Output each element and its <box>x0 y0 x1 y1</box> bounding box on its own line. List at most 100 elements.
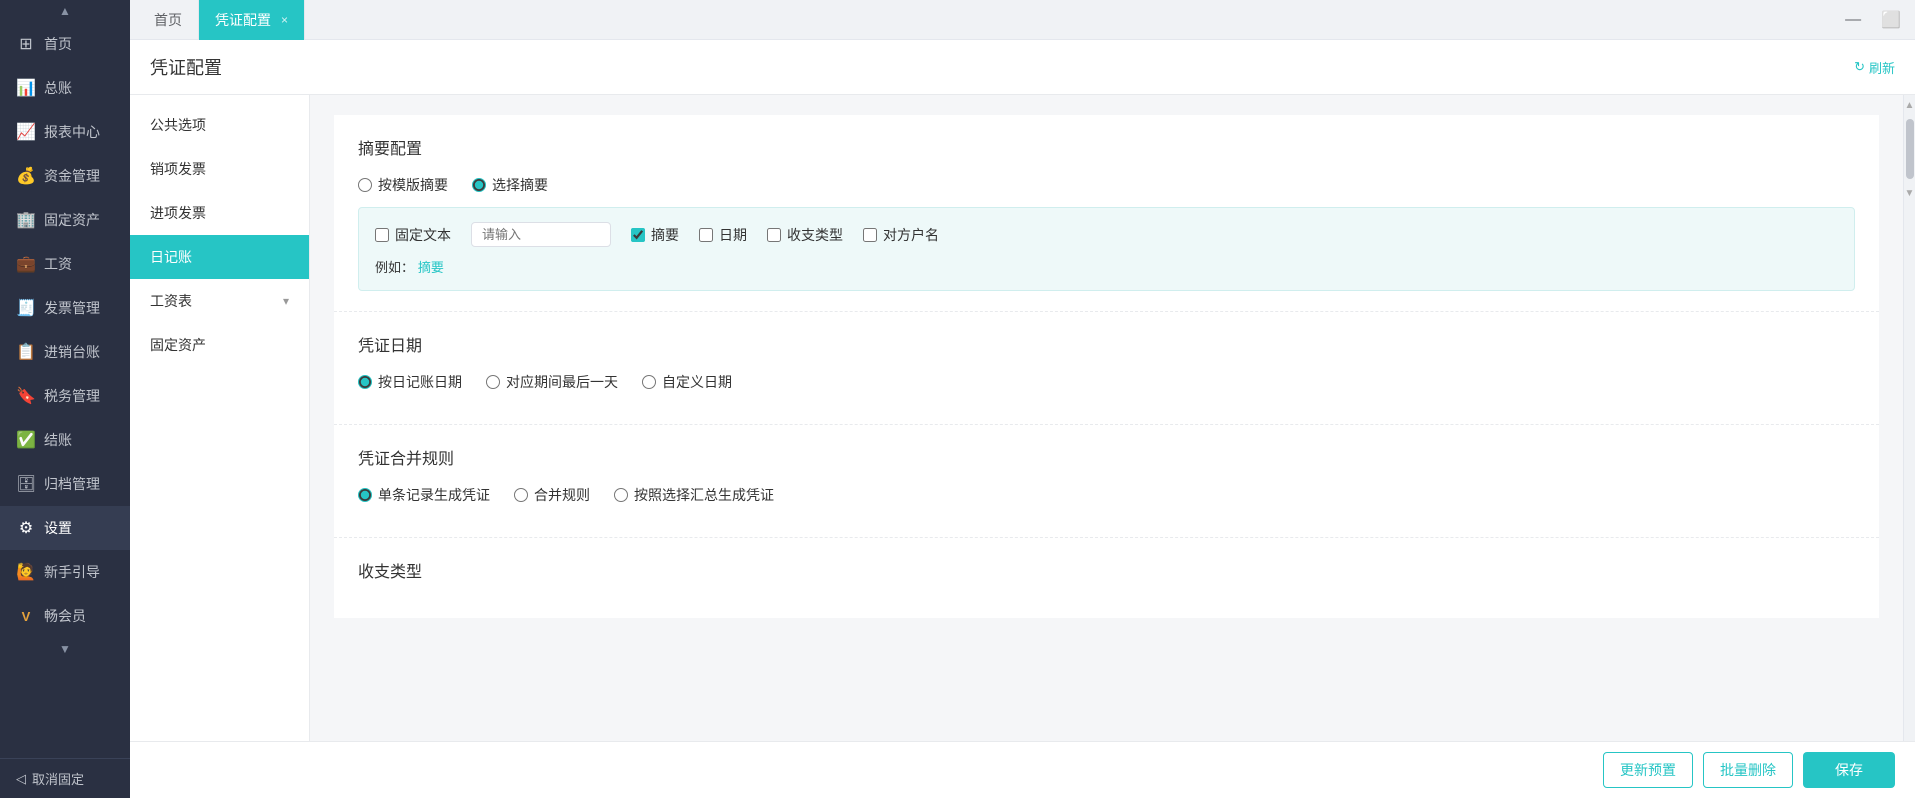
invoice-icon: 🧾 <box>16 298 36 318</box>
left-nav-item-journal[interactable]: 日记账 <box>130 235 309 279</box>
sidebar-item-archive[interactable]: 🗄 归档管理 <box>0 462 130 506</box>
sidebar: ▲ ⊞ 首页 📊 总账 📈 报表中心 💰 资金管理 🏢 固定资产 💼 工资 🧾 … <box>0 0 130 798</box>
assets-icon: 🏢 <box>16 210 36 230</box>
voucher-date-title: 凭证日期 <box>358 332 1855 356</box>
payroll-icon: 💼 <box>16 254 36 274</box>
summary-options-box: 固定文本 摘要 日期 <box>358 207 1855 291</box>
checkbox-summary-input[interactable] <box>631 228 645 242</box>
capital-icon: 💰 <box>16 166 36 186</box>
summary-config-title: 摘要配置 <box>358 135 1855 159</box>
sidebar-item-ledger[interactable]: 📊 总账 <box>0 66 130 110</box>
merge-rule-radio-group: 单条记录生成凭证 合并规则 按照选择汇总生成凭证 <box>358 485 1855 505</box>
page-content: 凭证配置 ↻ 刷新 公共选项 销项发票 进项发票 日记账 <box>130 40 1915 798</box>
radio-custom-date[interactable]: 自定义日期 <box>642 372 732 392</box>
section-merge-rule: 凭证合并规则 单条记录生成凭证 合并规则 <box>334 425 1879 538</box>
settle-icon: ✅ <box>16 430 36 450</box>
radio-single-record[interactable]: 单条记录生成凭证 <box>358 485 490 505</box>
checkbox-date-input[interactable] <box>699 228 713 242</box>
bottom-bar: 更新预置 批量删除 保存 <box>130 741 1915 798</box>
left-nav-item-sales[interactable]: 销项发票 <box>130 147 309 191</box>
save-button[interactable]: 保存 <box>1803 752 1895 788</box>
checkbox-fixed-text[interactable]: 固定文本 <box>375 225 451 245</box>
tab-close-icon[interactable]: × <box>281 13 288 27</box>
checkbox-counter-name[interactable]: 对方户名 <box>863 225 939 245</box>
update-preset-button[interactable]: 更新预置 <box>1603 752 1693 788</box>
sidebar-item-flow[interactable]: 📋 进销台账 <box>0 330 130 374</box>
flow-icon: 📋 <box>16 342 36 362</box>
radio-select-input[interactable] <box>472 178 486 192</box>
refresh-button[interactable]: ↻ 刷新 <box>1854 58 1895 77</box>
left-nav-item-payroll-sheet[interactable]: 工资表 ▾ <box>130 279 309 323</box>
radio-custom-date-input[interactable] <box>642 375 656 389</box>
tax-icon: 🔖 <box>16 386 36 406</box>
summary-radio-group: 按模版摘要 选择摘要 <box>358 175 1855 195</box>
unpin-icon: ◁ <box>16 771 26 787</box>
sidebar-item-assets[interactable]: 🏢 固定资产 <box>0 198 130 242</box>
edge-scrollbar: ▲ ▼ <box>1903 95 1915 741</box>
radio-journal-date[interactable]: 按日记账日期 <box>358 372 462 392</box>
sidebar-item-settle[interactable]: ✅ 结账 <box>0 418 130 462</box>
sidebar-item-settings[interactable]: ⚙ 设置 <box>0 506 130 550</box>
edge-scroll-thumb[interactable] <box>1906 119 1914 179</box>
page-header: 凭证配置 ↻ 刷新 <box>130 40 1915 95</box>
sidebar-scroll-down[interactable]: ▼ <box>0 638 130 660</box>
radio-template-summary[interactable]: 按模版摘要 <box>358 175 448 195</box>
checkbox-date[interactable]: 日期 <box>699 225 747 245</box>
edge-scroll-up[interactable]: ▲ <box>1904 95 1915 115</box>
ledger-icon: 📊 <box>16 78 36 98</box>
sidebar-item-payroll[interactable]: 💼 工资 <box>0 242 130 286</box>
refresh-icon: ↻ <box>1854 59 1865 75</box>
unpin-button[interactable]: ◁ 取消固定 <box>0 758 130 798</box>
radio-template-input[interactable] <box>358 178 372 192</box>
checkbox-fixed-text-input[interactable] <box>375 228 389 242</box>
left-nav: 公共选项 销项发票 进项发票 日记账 工资表 ▾ 固定资产 <box>130 95 310 741</box>
radio-select-summary[interactable]: 选择摘要 <box>472 175 548 195</box>
radio-select-total[interactable]: 按照选择汇总生成凭证 <box>614 485 774 505</box>
tab-restore-button[interactable]: ⬜ <box>1875 8 1907 32</box>
sidebar-item-tax[interactable]: 🔖 税务管理 <box>0 374 130 418</box>
radio-merge[interactable]: 合并规则 <box>514 485 590 505</box>
sidebar-item-invoice[interactable]: 🧾 发票管理 <box>0 286 130 330</box>
guide-icon: 🙋 <box>16 562 36 582</box>
radio-period-last-input[interactable] <box>486 375 500 389</box>
settings-icon: ⚙ <box>16 518 36 538</box>
radio-single-record-input[interactable] <box>358 488 372 502</box>
sidebar-item-guide[interactable]: 🙋 新手引导 <box>0 550 130 594</box>
checkbox-summary[interactable]: 摘要 <box>631 225 679 245</box>
radio-merge-input[interactable] <box>514 488 528 502</box>
tab-voucher-config[interactable]: 凭证配置 × <box>199 0 305 40</box>
edge-scroll-down[interactable]: ▼ <box>1904 183 1915 203</box>
archive-icon: 🗄 <box>16 474 36 494</box>
sidebar-scroll-up[interactable]: ▲ <box>0 0 130 22</box>
batch-delete-button[interactable]: 批量删除 <box>1703 752 1793 788</box>
left-nav-item-purchase[interactable]: 进项发票 <box>130 191 309 235</box>
tab-controls: — ⬜ <box>1839 8 1907 32</box>
fixed-text-input[interactable] <box>471 222 611 247</box>
radio-journal-date-input[interactable] <box>358 375 372 389</box>
left-nav-item-public[interactable]: 公共选项 <box>130 103 309 147</box>
example-value: 摘要 <box>418 260 444 275</box>
radio-select-total-input[interactable] <box>614 488 628 502</box>
income-type-title: 收支类型 <box>358 558 1855 582</box>
radio-period-last[interactable]: 对应期间最后一天 <box>486 372 618 392</box>
right-content: 摘要配置 按模版摘要 选择摘要 <box>310 95 1903 741</box>
tab-home[interactable]: 首页 <box>138 0 199 40</box>
page-title: 凭证配置 <box>150 54 222 80</box>
checkbox-income-type[interactable]: 收支类型 <box>767 225 843 245</box>
summary-checkbox-row: 固定文本 摘要 日期 <box>375 222 1838 247</box>
section-voucher-date: 凭证日期 按日记账日期 对应期间最后一天 <box>334 312 1879 425</box>
sidebar-item-capital[interactable]: 💰 资金管理 <box>0 154 130 198</box>
sidebar-item-vip[interactable]: V 畅会员 <box>0 594 130 638</box>
tab-minimize-button[interactable]: — <box>1839 8 1867 32</box>
home-icon: ⊞ <box>16 34 36 54</box>
left-nav-item-fixed-assets[interactable]: 固定资产 <box>130 323 309 367</box>
vip-icon: V <box>16 609 36 624</box>
example-row: 例如： 摘要 <box>375 257 1838 276</box>
checkbox-income-type-input[interactable] <box>767 228 781 242</box>
main-area: 首页 凭证配置 × — ⬜ 凭证配置 ↻ 刷新 公共选项 <box>130 0 1915 798</box>
sidebar-item-report[interactable]: 📈 报表中心 <box>0 110 130 154</box>
sidebar-item-home[interactable]: ⊞ 首页 <box>0 22 130 66</box>
chevron-icon: ▾ <box>283 294 289 308</box>
body-layout: 公共选项 销项发票 进项发票 日记账 工资表 ▾ 固定资产 <box>130 95 1915 741</box>
checkbox-counter-name-input[interactable] <box>863 228 877 242</box>
